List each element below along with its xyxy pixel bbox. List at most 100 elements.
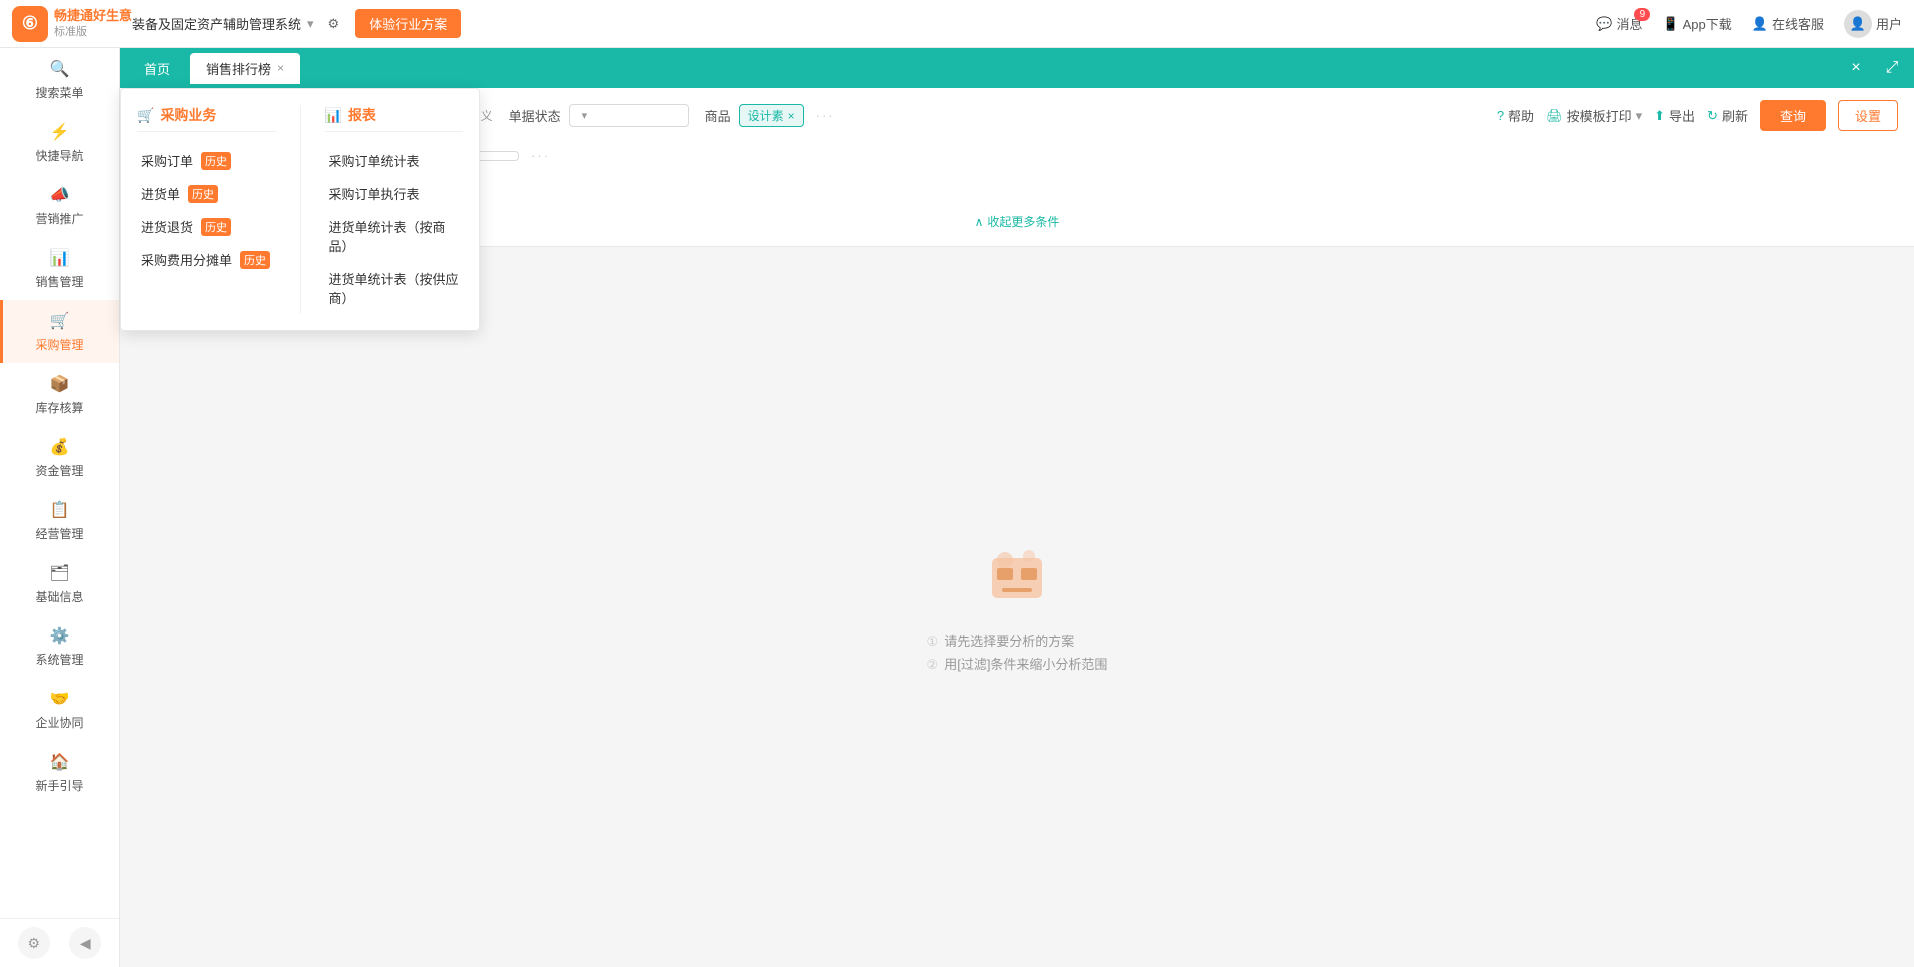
export-btn[interactable]: ⬆ 导出 <box>1654 106 1695 125</box>
sidebar-collapse-btn[interactable]: ◀ <box>69 927 101 959</box>
sidebar-item-marketing[interactable]: 📣 营销推广 <box>0 174 119 237</box>
tab-expand-btn[interactable]: ⤢ <box>1878 54 1906 82</box>
sidebar-item-basic[interactable]: 🗂 基础信息 <box>0 552 119 615</box>
dropdown-item-expense[interactable]: 采购费用分摊单 历史 <box>137 243 276 276</box>
purchase-dropdown-menu: 🛒 采购业务 采购订单 历史 进货单 历史 进货退货 历史 采购费用分摊单 历史… <box>120 88 480 331</box>
item-label-purchase-order: 采购订单 <box>141 151 193 170</box>
tab-sales-rank-label: 销售排行榜 <box>206 59 271 78</box>
goods-dots[interactable]: ··· <box>816 108 835 123</box>
system-title-area: 装备及固定资产辅助管理系统 ▾ ⚙ <box>132 14 339 33</box>
sidebar-item-quick-nav[interactable]: ⚡ 快捷导航 <box>0 111 119 174</box>
history-tag-return: 历史 <box>201 218 231 236</box>
goods-label: 商品 <box>705 106 731 125</box>
doc-status-chevron: ▾ <box>582 109 588 122</box>
sidebar-label-enterprise: 企业协同 <box>35 714 83 731</box>
industry-button[interactable]: 体验行业方案 <box>355 9 461 38</box>
system-settings-icon[interactable]: ⚙ <box>328 16 340 32</box>
dropdown-item-return[interactable]: 进货退货 历史 <box>137 210 276 243</box>
online-service-button[interactable]: 👤 在线客服 <box>1752 14 1824 33</box>
sidebar-item-finance[interactable]: 💰 资金管理 <box>0 426 119 489</box>
sidebar-label-quick-nav: 快捷导航 <box>35 147 83 164</box>
tab-bar: 首页 销售排行榜 × × ⤢ <box>120 48 1914 88</box>
tab-sales-rank[interactable]: 销售排行榜 × <box>190 53 300 84</box>
sidebar-label-search: 搜索菜单 <box>35 84 83 101</box>
collapse-icon: ∧ <box>975 215 984 229</box>
app-download-button[interactable]: 📱 App下载 <box>1662 14 1731 33</box>
sidebar-item-inventory[interactable]: 📦 库存核算 <box>0 363 119 426</box>
help-btn[interactable]: ? 帮助 <box>1497 106 1534 125</box>
user-button[interactable]: 👤 用户 <box>1844 10 1902 38</box>
sidebar-item-enterprise[interactable]: 🤝 企业协同 <box>0 678 119 741</box>
dropdown-item-purchase-order-exec[interactable]: 采购订单执行表 <box>325 177 464 210</box>
report-section-title: 📊 报表 <box>325 105 464 132</box>
system-title-chevron[interactable]: ▾ <box>307 16 314 32</box>
logo-text: 畅捷通好生意 标准版 <box>54 8 132 39</box>
purchase-icon: 🛒 <box>49 310 71 332</box>
dropdown-item-purchase-order[interactable]: 采购订单 历史 <box>137 144 276 177</box>
history-tag-expense: 历史 <box>240 251 270 269</box>
enterprise-icon: 🤝 <box>49 688 71 710</box>
dropdown-item-incoming-stat-goods[interactable]: 进货单统计表（按商品） <box>325 210 464 262</box>
sidebar: 🔍 搜索菜单 ⚡ 快捷导航 📣 营销推广 📊 销售管理 🛒 采购管理 📦 库存核… <box>0 48 120 967</box>
tab-close-all-btn[interactable]: × <box>1842 54 1870 82</box>
doc-status-select[interactable]: ▾ <box>569 104 689 127</box>
message-badge: 9 <box>1634 8 1650 21</box>
system-title-text: 装备及固定资产辅助管理系统 <box>132 14 301 33</box>
inventory-icon: 📦 <box>49 373 71 395</box>
sidebar-settings-btn[interactable]: ⚙ <box>18 927 50 959</box>
sidebar-label-inventory: 库存核算 <box>35 399 83 416</box>
query-button[interactable]: 查询 <box>1760 100 1826 131</box>
print-template-btn[interactable]: 🖨 按模板打印 ▾ <box>1546 106 1642 125</box>
top-right-actions: 💬 消息 9 📱 App下载 👤 在线客服 👤 用户 <box>1596 10 1902 38</box>
refresh-icon: ↻ <box>1707 108 1718 124</box>
sidebar-item-newbie[interactable]: 🏠 新手引导 <box>0 741 119 804</box>
dropdown-item-incoming-stat-supplier[interactable]: 进货单统计表（按供应商） <box>325 262 464 314</box>
help-icon: ? <box>1497 108 1504 123</box>
user-avatar: 👤 <box>1844 10 1872 38</box>
message-button[interactable]: 💬 消息 9 <box>1596 14 1642 33</box>
sidebar-label-newbie: 新手引导 <box>35 777 83 794</box>
tab-close-icon[interactable]: × <box>277 61 284 75</box>
sidebar-label-system: 系统管理 <box>35 651 83 668</box>
item-label-incoming-stat-supplier: 进货单统计表（按供应商） <box>329 269 460 307</box>
sidebar-label-marketing: 营销推广 <box>35 210 83 227</box>
tab-bar-right: × ⤢ <box>1842 54 1906 82</box>
dropdown-item-incoming[interactable]: 进货单 历史 <box>137 177 276 210</box>
sidebar-item-search[interactable]: 🔍 搜索菜单 <box>0 48 119 111</box>
refresh-btn[interactable]: ↻ 刷新 <box>1707 106 1748 125</box>
empty-state: 请先选择要分析的方案 用[过滤]条件来缩小分析范围 <box>120 247 1914 967</box>
print-chevron: ▾ <box>1636 108 1643 124</box>
tab-home[interactable]: 首页 <box>128 53 186 84</box>
sidebar-item-purchase[interactable]: 🛒 采购管理 <box>0 300 119 363</box>
empty-illustration <box>967 538 1067 618</box>
goods-tag-remove[interactable]: × <box>788 109 795 123</box>
message-icon: 💬 <box>1596 16 1612 32</box>
history-tag-purchase-order: 历史 <box>201 152 231 170</box>
item-label-purchase-order-exec: 采购订单执行表 <box>329 184 420 203</box>
history-tag-incoming: 历史 <box>188 185 218 203</box>
sidebar-footer: ⚙ ◀ <box>0 918 119 967</box>
sidebar-item-sales[interactable]: 📊 销售管理 <box>0 237 119 300</box>
item-label-incoming-stat-goods: 进货单统计表（按商品） <box>329 217 460 255</box>
search-icon: 🔍 <box>49 58 71 80</box>
dropdown-divider <box>300 105 301 314</box>
doc-status-area: 单据状态 ▾ <box>509 104 689 127</box>
sidebar-item-operation[interactable]: 📋 经营管理 <box>0 489 119 552</box>
sidebar-item-system[interactable]: ⚙️ 系统管理 <box>0 615 119 678</box>
sidebar-label-basic: 基础信息 <box>35 588 83 605</box>
sidebar-label-finance: 资金管理 <box>35 462 83 479</box>
empty-tip-2: 用[过滤]条件来缩小分析范围 <box>927 653 1108 676</box>
settings-button[interactable]: 设置 <box>1838 100 1898 131</box>
report-section-icon: 📊 <box>325 107 342 124</box>
system-icon: ⚙️ <box>49 625 71 647</box>
salesman-dots[interactable]: ··· <box>531 148 550 163</box>
empty-tip-1: 请先选择要分析的方案 <box>927 630 1108 653</box>
item-label-purchase-order-stat: 采购订单统计表 <box>329 151 420 170</box>
newbie-icon: 🏠 <box>49 751 71 773</box>
dropdown-item-purchase-order-stat[interactable]: 采购订单统计表 <box>325 144 464 177</box>
logo-area: ⑥ 畅捷通好生意 标准版 <box>12 6 132 42</box>
service-icon: 👤 <box>1752 16 1768 32</box>
item-label-expense: 采购费用分摊单 <box>141 250 232 269</box>
tab-home-label: 首页 <box>144 59 170 78</box>
item-label-incoming: 进货单 <box>141 184 180 203</box>
